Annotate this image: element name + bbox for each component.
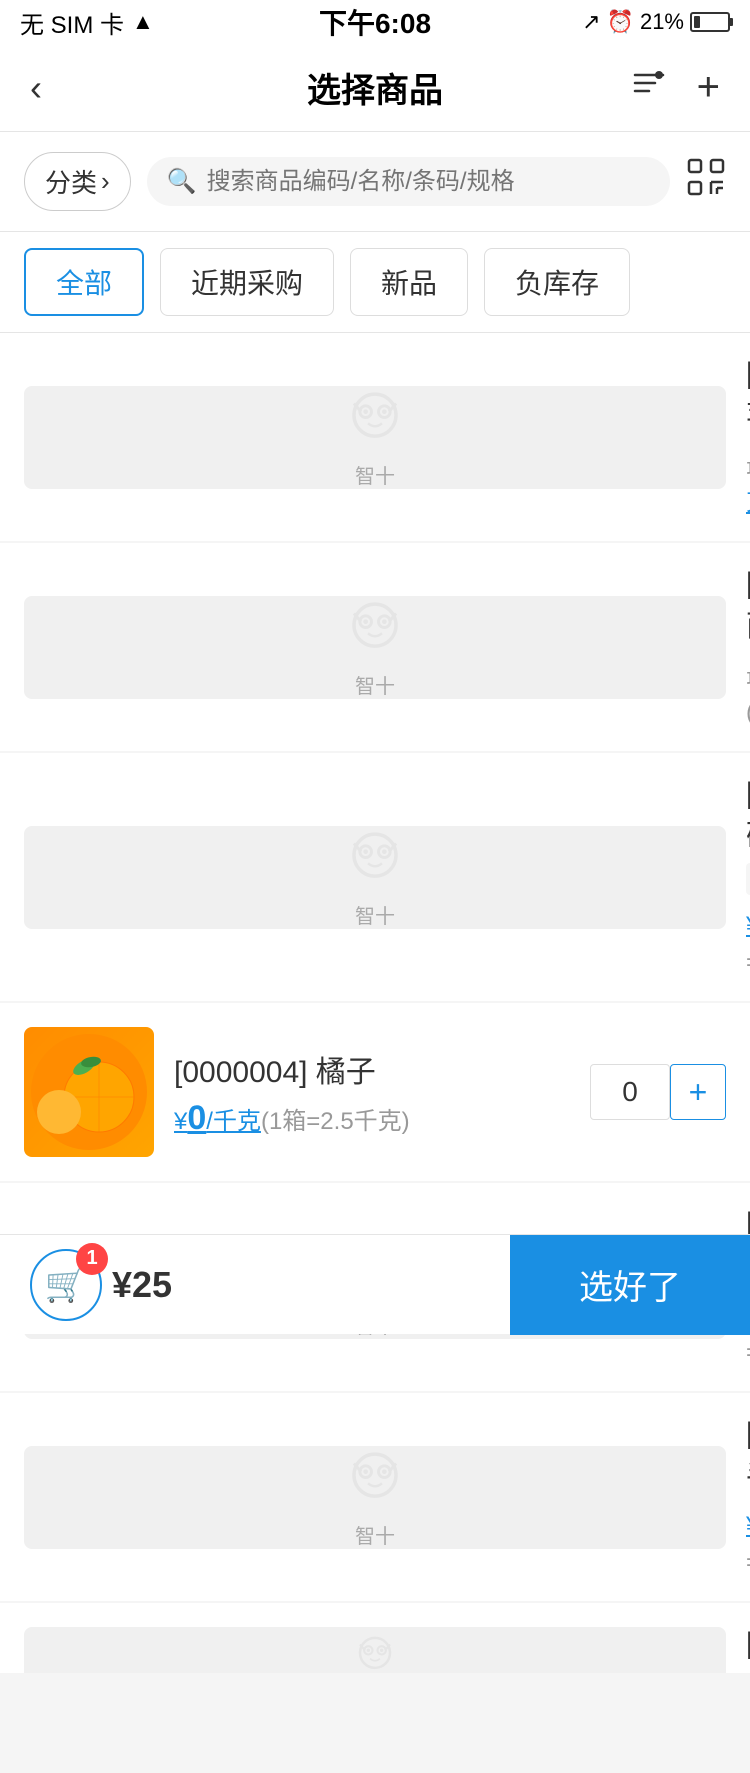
cart-button[interactable]: 🛒 1 (30, 1249, 102, 1321)
battery-icon (690, 12, 730, 32)
add-button[interactable]: + (697, 65, 720, 110)
product-image-0000006: 智十 (24, 1446, 726, 1549)
tab-bar: 全部 近期采购 新品 负库存 (0, 232, 750, 333)
product-item: [0000004] 橘子 ¥0/千克(1箱=2.5千克) + (0, 1003, 750, 1181)
qty-input[interactable] (590, 1064, 670, 1120)
product-image-0000002: 智十 (24, 596, 726, 699)
product-spec: 250ml (746, 863, 750, 895)
filter-button[interactable] (631, 65, 667, 110)
status-bar: 无 SIM 卡 ▲ 下午6:08 ↗ ⏰ 21% (0, 0, 750, 44)
cart-section: 🛒 1 ¥25 (0, 1249, 510, 1321)
product-name: [0000004] 橘子 (174, 1047, 570, 1091)
tab-negative[interactable]: 负库存 (484, 248, 630, 316)
product-image-partial (24, 1627, 726, 1673)
product-name: [0000006] 手撕面包 (746, 1417, 750, 1495)
battery-text: 21% (640, 9, 684, 35)
cart-badge: 1 (76, 1243, 108, 1275)
product-list: 智十 [0000001] 苹果 最新 ¥5/千克 − + (0, 333, 750, 1773)
product-name: [0000001] 苹果 (746, 357, 750, 435)
confirm-button[interactable]: 选好了 (510, 1235, 750, 1335)
product-info-0000004: [0000004] 橘子 ¥0/千克(1箱=2.5千克) (174, 1047, 570, 1138)
product-name: [0000002] 面包 (746, 567, 750, 645)
tab-recent[interactable]: 近期采购 (160, 248, 334, 316)
product-image-0000004 (24, 1027, 154, 1157)
product-name: [0000003] 矿泉水 (746, 777, 750, 855)
filter-bar: 分类 › 🔍 (0, 132, 750, 232)
alarm-icon: ⏰ (607, 9, 634, 35)
product-item: 智十 [0000006] 手撕面包 ¥0/千克(1包=10千克) 录批次 (0, 1393, 750, 1601)
cart-total: ¥25 (112, 1264, 172, 1306)
product-name: [000100001] 包装 (746, 1627, 750, 1673)
product-item: 智十 [0000002] 面包 最新 ¥2/包(1袋=5包) + (0, 543, 750, 751)
carrier-text: 无 SIM 卡 (20, 5, 124, 40)
product-info-0000003: [0000003] 矿泉水 250ml ¥0/瓶(1箱=12瓶) (746, 777, 750, 977)
product-image-0000001: 智十 (24, 386, 726, 489)
status-right: ↗ ⏰ 21% (582, 9, 730, 35)
status-time: 下午6:08 (319, 2, 431, 42)
product-item: 智十 [0000003] 矿泉水 250ml ¥0/瓶(1箱=12瓶) + (0, 753, 750, 1001)
location-icon: ↗ (582, 9, 600, 35)
category-button[interactable]: 分类 › (24, 152, 131, 211)
product-info-partial: [000100001] 包装 (746, 1627, 750, 1673)
product-info-0000006: [0000006] 手撕面包 ¥0/千克(1包=10千克) (746, 1417, 750, 1577)
search-box: 🔍 (147, 157, 670, 206)
tab-new[interactable]: 新品 (350, 248, 468, 316)
nav-bar: ‹ 选择商品 + (0, 44, 750, 132)
page-title: 选择商品 (307, 63, 443, 112)
bottom-bar: 🛒 1 ¥25 选好了 (0, 1234, 750, 1334)
product-info-0000001: [0000001] 苹果 最新 ¥5/千克 (746, 357, 750, 517)
product-item-partial: [000100001] 包装 (0, 1603, 750, 1673)
tab-all[interactable]: 全部 (24, 248, 144, 316)
search-icon: 🔍 (167, 167, 197, 196)
back-button[interactable]: ‹ (30, 67, 42, 109)
qty-plus-button[interactable]: + (670, 1064, 726, 1120)
wifi-icon: ▲ (132, 9, 154, 35)
product-image-0000003: 智十 (24, 826, 726, 929)
product-item: 智十 [0000001] 苹果 最新 ¥5/千克 − + (0, 333, 750, 541)
product-info-0000002: [0000002] 面包 最新 ¥2/包(1袋=5包) (746, 567, 750, 727)
search-input[interactable] (207, 168, 650, 196)
nav-right-actions: + (631, 65, 720, 110)
status-left: 无 SIM 卡 ▲ (20, 5, 154, 40)
scan-button[interactable] (686, 157, 726, 206)
quantity-control-0000004: + (590, 1064, 726, 1120)
